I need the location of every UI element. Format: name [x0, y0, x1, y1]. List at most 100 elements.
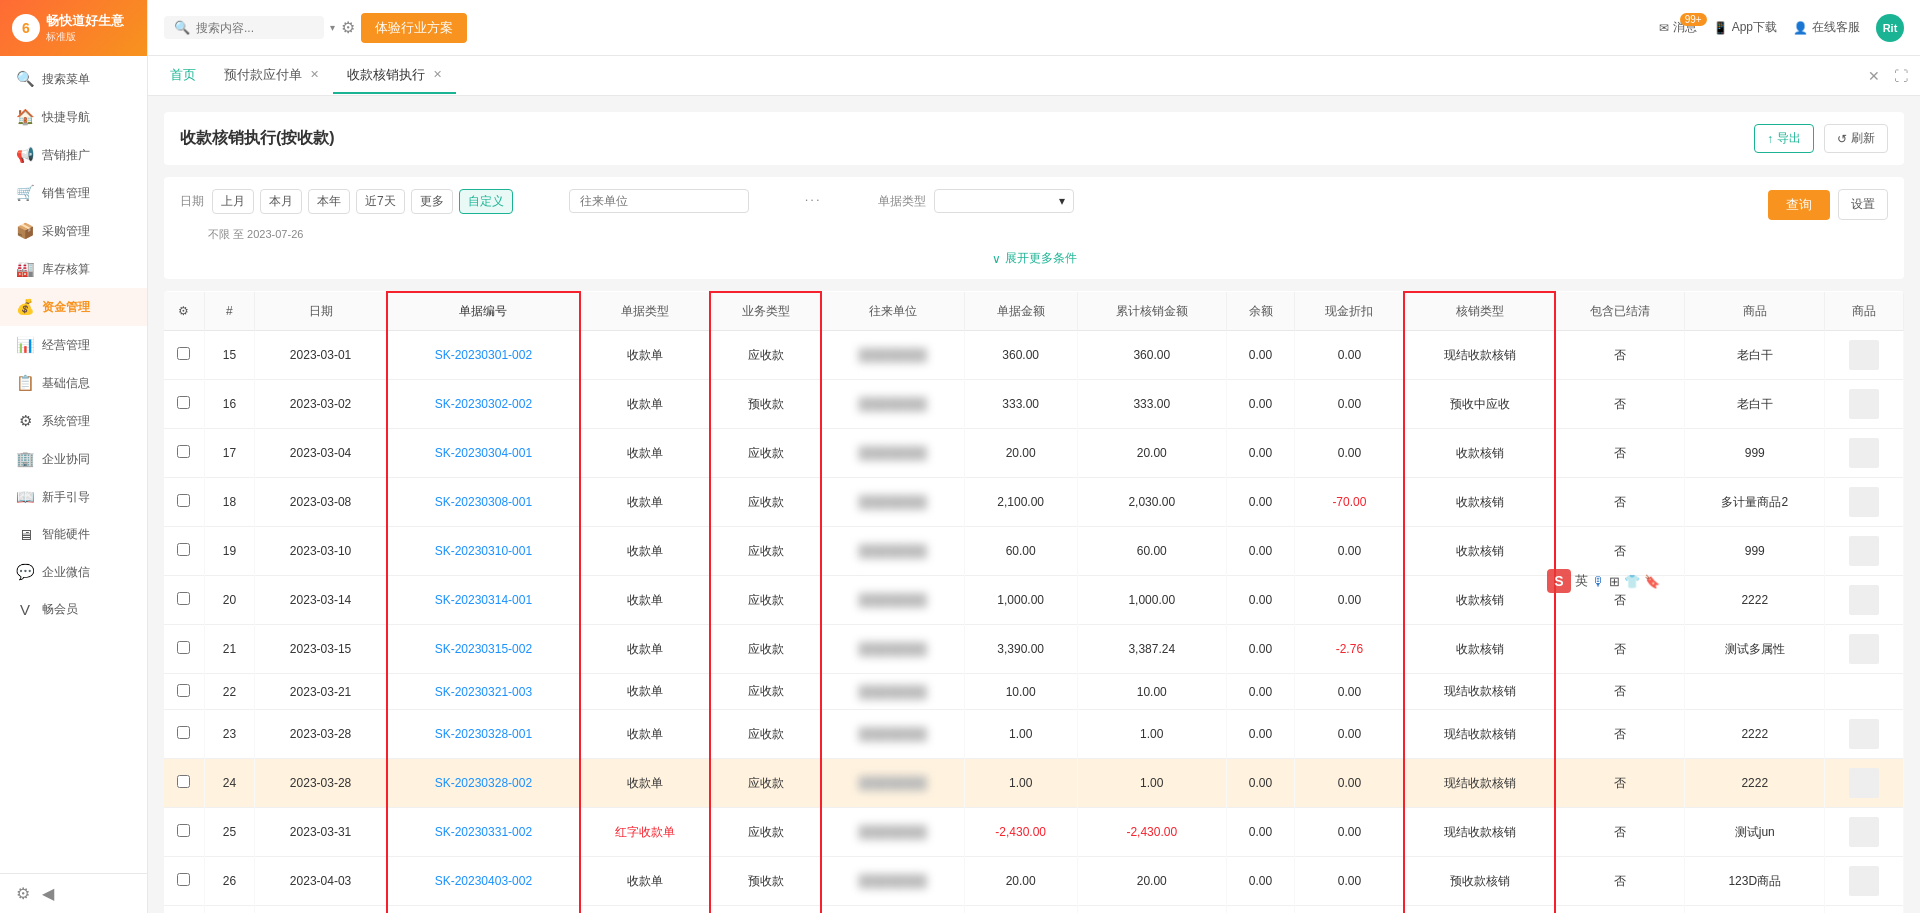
col-checkbox[interactable]: [164, 527, 204, 576]
page-content: 收款核销执行(按收款) ↑ 导出 ↺ 刷新 日期 上月 本月: [148, 96, 1920, 913]
col-checkbox[interactable]: [164, 429, 204, 478]
date-btn-7days[interactable]: 近7天: [356, 189, 405, 214]
col-checkbox[interactable]: [164, 576, 204, 625]
user-avatar[interactable]: Rit: [1876, 14, 1904, 42]
doc-no-link[interactable]: SK-20230308-001: [435, 495, 532, 509]
col-checkbox[interactable]: [164, 478, 204, 527]
doc-no-link[interactable]: SK-20230403-002: [435, 874, 532, 888]
col-checkbox[interactable]: [164, 710, 204, 759]
topbar-gear-icon[interactable]: ⚙: [341, 18, 355, 37]
doc-no-link[interactable]: SK-20230304-001: [435, 446, 532, 460]
settings-bottom-icon[interactable]: ⚙: [16, 884, 30, 903]
doc-no-link[interactable]: SK-20230314-001: [435, 593, 532, 607]
doc-no-link[interactable]: SK-20230321-003: [435, 685, 532, 699]
sidebar-item-member[interactable]: V 畅会员: [0, 591, 147, 628]
refresh-button[interactable]: ↺ 刷新: [1824, 124, 1888, 153]
row-checkbox[interactable]: [177, 684, 190, 697]
unit-filter-input[interactable]: [569, 189, 749, 213]
export-button[interactable]: ↑ 导出: [1754, 124, 1814, 153]
row-checkbox[interactable]: [177, 824, 190, 837]
table-container[interactable]: ⚙ # 日期 单据编号 单据类型 业务类型 往来单位 单据金额 累计核销金额 余…: [164, 291, 1904, 913]
date-btn-this-year[interactable]: 本年: [308, 189, 350, 214]
sidebar-item-wechat[interactable]: 💬 企业微信: [0, 553, 147, 591]
message-button[interactable]: ✉ 消息 99+: [1659, 19, 1697, 36]
col-product-img: [1825, 331, 1904, 380]
row-checkbox[interactable]: [177, 445, 190, 458]
col-no: 24: [204, 759, 255, 808]
collapse-icon[interactable]: ◀: [42, 884, 54, 903]
row-checkbox[interactable]: [177, 726, 190, 739]
sidebar-item-basic-info[interactable]: 📋 基础信息: [0, 364, 147, 402]
doc-no-link[interactable]: SK-20230331-002: [435, 825, 532, 839]
row-checkbox[interactable]: [177, 396, 190, 409]
app-download-button[interactable]: 📱 App下载: [1713, 19, 1777, 36]
col-checkbox[interactable]: [164, 674, 204, 710]
col-biztype: 应收款: [710, 625, 820, 674]
doc-no-link[interactable]: SK-20230328-001: [435, 727, 532, 741]
doc-no-link[interactable]: SK-20230328-002: [435, 776, 532, 790]
date-btn-last-month[interactable]: 上月: [212, 189, 254, 214]
sidebar-item-search-menu[interactable]: 🔍 搜索菜单: [0, 60, 147, 98]
col-biztype: 应收款: [710, 674, 820, 710]
tab-home[interactable]: 首页: [156, 58, 210, 94]
sidebar-item-hardware[interactable]: 🖥 智能硬件: [0, 516, 147, 553]
sidebar-item-sales[interactable]: 🛒 销售管理: [0, 174, 147, 212]
expand-filter-button[interactable]: ∨ 展开更多条件: [180, 250, 1888, 267]
col-settings-header[interactable]: ⚙: [164, 292, 204, 331]
row-checkbox[interactable]: [177, 347, 190, 360]
row-checkbox[interactable]: [177, 873, 190, 886]
doc-no-link[interactable]: SK-20230315-002: [435, 642, 532, 656]
filter-settings-button[interactable]: 设置: [1838, 189, 1888, 220]
sidebar-item-purchase[interactable]: 📦 采购管理: [0, 212, 147, 250]
doc-no-link[interactable]: SK-20230301-002: [435, 348, 532, 362]
col-checkbox[interactable]: [164, 808, 204, 857]
sidebar-item-inventory[interactable]: 🏭 库存核算: [0, 250, 147, 288]
row-checkbox[interactable]: [177, 775, 190, 788]
sidebar-item-finance[interactable]: 💰 资金管理: [0, 288, 147, 326]
table-row: 262023-04-03SK-20230403-002收款单预收款███████…: [164, 857, 1904, 906]
query-button[interactable]: 查询: [1768, 190, 1830, 220]
col-checkbox[interactable]: [164, 331, 204, 380]
col-product: [1685, 674, 1825, 710]
tab-prepayment[interactable]: 预付款应付单 ✕: [210, 58, 333, 94]
sidebar-item-enterprise[interactable]: 🏢 企业协同: [0, 440, 147, 478]
online-service-button[interactable]: 👤 在线客服: [1793, 19, 1860, 36]
col-balance: 0.00: [1226, 674, 1295, 710]
col-balance: 0.00: [1226, 808, 1295, 857]
col-checkbox[interactable]: [164, 857, 204, 906]
topbar-search-input[interactable]: [196, 21, 296, 35]
sidebar-item-marketing[interactable]: 📢 营销推广: [0, 136, 147, 174]
row-checkbox[interactable]: [177, 592, 190, 605]
column-settings-icon[interactable]: ⚙: [178, 304, 189, 318]
watermark-shirt-icon: 👕: [1624, 574, 1640, 589]
col-biztype: 预收款: [710, 857, 820, 906]
tab-close-all-icon[interactable]: ✕: [1864, 64, 1884, 88]
sidebar-item-quick-nav[interactable]: 🏠 快捷导航: [0, 98, 147, 136]
row-checkbox[interactable]: [177, 641, 190, 654]
topbar-search-wrap[interactable]: 🔍: [164, 16, 324, 39]
col-cancel-type: 收款核销: [1404, 429, 1555, 478]
sidebar-item-guide[interactable]: 📖 新手引导: [0, 478, 147, 516]
doc-no-link[interactable]: SK-20230302-002: [435, 397, 532, 411]
sidebar-item-operations[interactable]: 📊 经营管理: [0, 326, 147, 364]
doc-no-link[interactable]: SK-20230310-001: [435, 544, 532, 558]
date-btn-more[interactable]: 更多: [411, 189, 453, 214]
col-checkbox[interactable]: [164, 906, 204, 914]
tab-prepayment-close[interactable]: ✕: [310, 68, 319, 81]
date-btn-custom[interactable]: 自定义: [459, 189, 513, 214]
row-checkbox[interactable]: [177, 543, 190, 556]
tab-receipt-cancel-close[interactable]: ✕: [433, 68, 442, 81]
col-balance: 0.00: [1226, 857, 1295, 906]
tab-receipt-cancel[interactable]: 收款核销执行 ✕: [333, 58, 456, 94]
type-filter-select[interactable]: ▾: [934, 189, 1074, 213]
date-btn-this-month[interactable]: 本月: [260, 189, 302, 214]
marketing-icon: 📢: [16, 146, 34, 164]
tab-expand-icon[interactable]: ⛶: [1890, 64, 1912, 88]
col-checkbox[interactable]: [164, 380, 204, 429]
solution-button[interactable]: 体验行业方案: [361, 13, 467, 43]
row-checkbox[interactable]: [177, 494, 190, 507]
col-checkbox[interactable]: [164, 625, 204, 674]
sidebar-item-system[interactable]: ⚙ 系统管理: [0, 402, 147, 440]
col-checkbox[interactable]: [164, 759, 204, 808]
topbar-dropdown-icon[interactable]: ▾: [330, 22, 335, 33]
